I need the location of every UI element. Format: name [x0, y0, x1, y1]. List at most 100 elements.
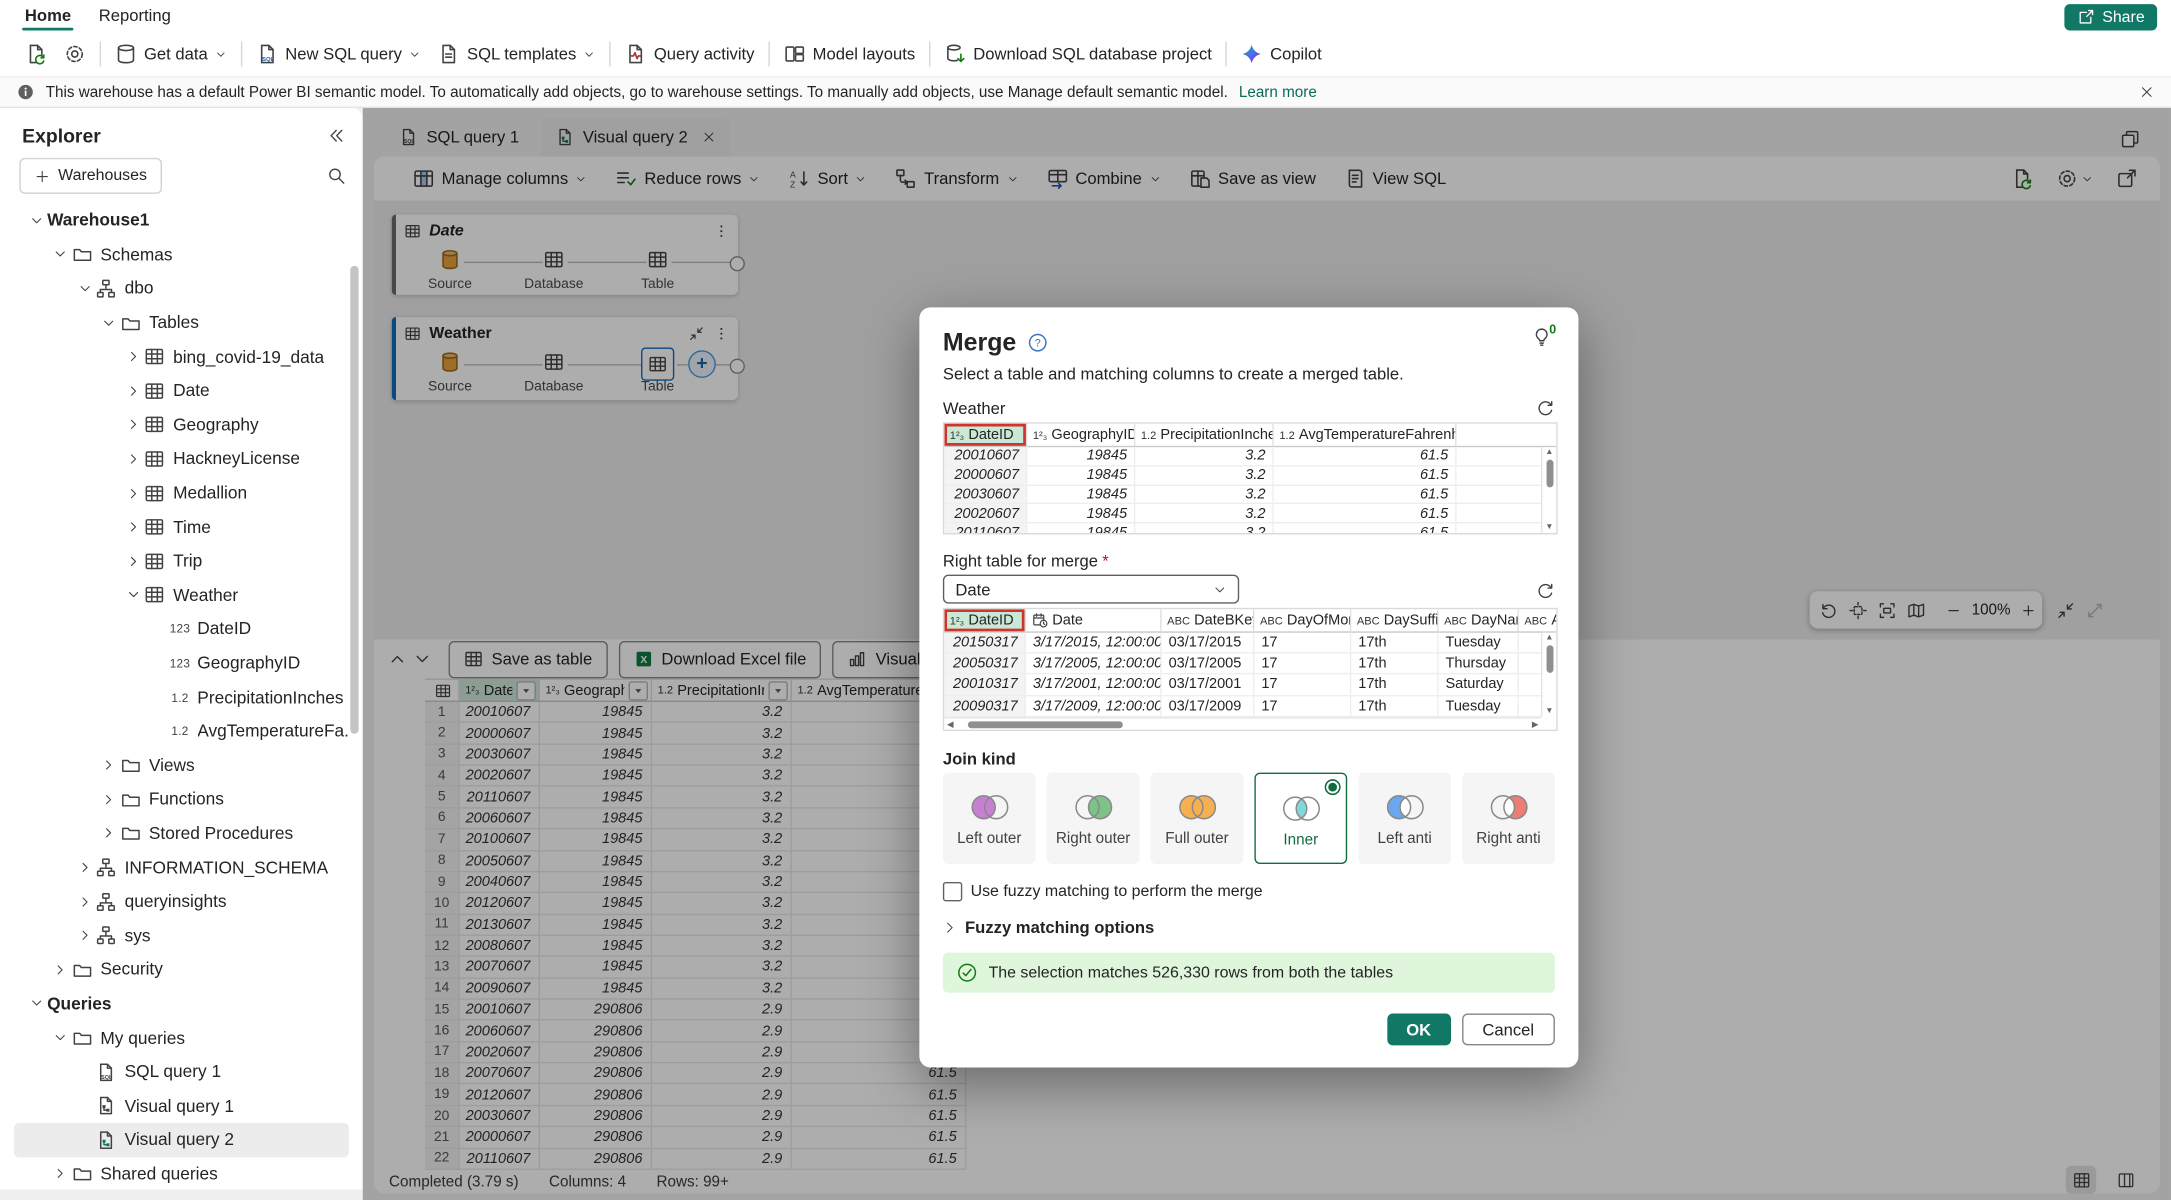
expand-toggle[interactable] [98, 754, 120, 776]
ribbon-item-query-activity[interactable]: Query activity [616, 37, 762, 70]
join-kind-full-outer[interactable]: Full outer [1150, 772, 1244, 864]
tree-item-dbo[interactable]: dbo [14, 272, 349, 306]
tree-item-trip[interactable]: Trip [14, 544, 349, 578]
tree-item-shared-queries[interactable]: Shared queries [14, 1157, 349, 1189]
expand-toggle[interactable] [25, 993, 47, 1015]
tree-item-medallion[interactable]: Medallion [14, 476, 349, 510]
ribbon-item-model-layouts[interactable]: Model layouts [775, 37, 923, 70]
tree-item-weather[interactable]: Weather [14, 578, 349, 612]
ribbon-tab-reporting[interactable]: Reporting [96, 0, 174, 30]
collapse-panel-icon[interactable] [327, 126, 346, 145]
share-button[interactable]: Share [2064, 4, 2158, 31]
toolbar-divider [609, 41, 611, 67]
tree-item-time[interactable]: Time [14, 510, 349, 544]
tree-item-warehouse1[interactable]: Warehouse1 [14, 204, 349, 238]
expand-toggle[interactable] [98, 822, 120, 844]
preview-column-datebkey[interactable]: ABC DateBKey [1161, 609, 1255, 633]
expand-toggle[interactable] [73, 278, 95, 300]
learn-more-link[interactable]: Learn more [1239, 84, 1317, 101]
tree-item-visual-query-1[interactable]: Visual query 1 [14, 1089, 349, 1123]
preview-column-daysuffix[interactable]: ABCDaySuffix [1351, 609, 1439, 633]
expand-toggle[interactable] [49, 1027, 71, 1049]
expand-toggle[interactable] [122, 346, 144, 368]
fuzzy-options-expander[interactable]: Fuzzy matching options [943, 918, 1555, 937]
expand-toggle[interactable] [122, 380, 144, 402]
ribbon-tab-home[interactable]: Home [22, 0, 75, 31]
preview-column-dayofmonth[interactable]: ABCDayOfMonth [1254, 609, 1352, 633]
ideas-button[interactable]: 0 [1531, 323, 1556, 348]
tree-item-sql-query-1[interactable]: SQL SQL query 1 [14, 1055, 349, 1089]
expand-toggle[interactable] [73, 925, 95, 947]
tree-item-dateid[interactable]: 123 DateID [14, 612, 349, 646]
expand-toggle[interactable] [122, 550, 144, 572]
tree-item-avgtemperaturefa-[interactable]: 1.2 AvgTemperatureFa... [14, 714, 349, 748]
expand-toggle[interactable] [49, 959, 71, 981]
tree-item-precipitationinches[interactable]: 1.2 PrecipitationInches [14, 680, 349, 714]
search-icon[interactable] [327, 166, 346, 185]
join-kind-inner[interactable]: Inner [1254, 772, 1348, 864]
expand-toggle[interactable] [122, 516, 144, 538]
preview-column-dateid[interactable]: 1²₃ DateID [944, 609, 1026, 633]
expand-toggle[interactable] [122, 584, 144, 606]
preview-column-date[interactable]: Date [1025, 609, 1162, 633]
date-preview-table: 1²₃DateIDDateABCDateBKeyABCDayOfMonthABC… [942, 607, 1558, 732]
tree-item-tables[interactable]: Tables [14, 306, 349, 340]
tree-item-views[interactable]: Views [14, 748, 349, 782]
expand-toggle[interactable] [122, 482, 144, 504]
ribbon-item-download-sql-database-project[interactable]: Download SQL database project [936, 37, 1220, 70]
add-warehouses-button[interactable]: Warehouses [19, 157, 163, 194]
preview-column-a[interactable]: ABCA [1518, 609, 1557, 633]
join-kind-right-outer[interactable]: Right outer [1046, 772, 1140, 864]
expand-toggle[interactable] [122, 448, 144, 470]
join-kind-right-anti[interactable]: Right anti [1462, 772, 1555, 864]
expand-toggle[interactable] [49, 1163, 71, 1185]
tree-item-my-queries[interactable]: My queries [14, 1021, 349, 1055]
tree-item-queryinsights[interactable]: queryinsights [14, 885, 349, 919]
refresh-left-table-icon[interactable] [1535, 399, 1554, 418]
tree-item-schemas[interactable]: Schemas [14, 238, 349, 272]
expand-toggle[interactable] [73, 856, 95, 878]
expand-toggle[interactable] [25, 209, 47, 231]
join-kind-left-outer[interactable]: Left out​er [942, 772, 1036, 864]
expand-toggle[interactable] [49, 244, 71, 266]
right-table-dropdown[interactable]: Date [942, 574, 1240, 604]
expand-toggle[interactable] [98, 788, 120, 810]
ribbon-item-gear[interactable] [55, 37, 94, 70]
preview-vertical-scrollbar[interactable]: ▲ ▼ [1541, 447, 1557, 534]
preview-horizontal-scrollbar[interactable]: ◀ ▶ [944, 717, 1542, 730]
tree-item-sys[interactable]: sys [14, 919, 349, 953]
expand-toggle[interactable] [73, 891, 95, 913]
ribbon-item-new-sql-query[interactable]: SQL New SQL query [248, 37, 430, 70]
tree-item-information-schema[interactable]: INFORMATION_SCHEMA [14, 851, 349, 885]
tree-item-date[interactable]: Date [14, 374, 349, 408]
expand-toggle[interactable] [98, 312, 120, 334]
expand-toggle[interactable] [122, 414, 144, 436]
refresh-right-table-icon[interactable] [1535, 582, 1554, 601]
ok-button[interactable]: OK [1386, 1013, 1451, 1046]
tree-item-stored-procedures[interactable]: Stored Procedures [14, 816, 349, 850]
ribbon-item-sql-templates[interactable]: SQL templates [430, 37, 604, 70]
ribbon-item-get-data[interactable]: Get data [107, 37, 236, 70]
preview-vertical-scrollbar[interactable]: ▲ ▼ [1541, 632, 1557, 718]
fuzzy-matching-checkbox[interactable]: Use fuzzy matching to perform the merge [942, 881, 1555, 902]
join-kind-left-anti[interactable]: Left anti [1358, 772, 1452, 864]
preview-column-geographyid[interactable]: 1²₃ GeographyID [1027, 423, 1136, 448]
explorer-scrollbar[interactable] [350, 208, 359, 1163]
preview-column-dateid[interactable]: 1²₃ DateID [944, 423, 1028, 448]
preview-column-avgtemperaturefahrenheit[interactable]: 1.2AvgTemperatureFahrenheit [1273, 423, 1457, 448]
preview-column-precipitationinches[interactable]: 1.2 PrecipitationInches [1135, 423, 1274, 448]
banner-close-icon[interactable] [2139, 84, 2154, 99]
preview-column-dayname[interactable]: ABCDayName [1438, 609, 1519, 633]
tree-item-visual-query-2[interactable]: Visual query 2 [13, 1122, 349, 1157]
cancel-button[interactable]: Cancel [1461, 1013, 1555, 1046]
help-icon[interactable]: ? [1027, 332, 1048, 353]
tree-item-geographyid[interactable]: 123 GeographyID [14, 646, 349, 680]
tree-item-queries[interactable]: Queries [14, 987, 349, 1021]
tree-item-functions[interactable]: Functions [14, 782, 349, 816]
tree-item-geography[interactable]: Geography [14, 408, 349, 442]
tree-item-bing-covid-19-data[interactable]: bing_covid-19_data [14, 340, 349, 374]
ribbon-item-page-refresh[interactable] [17, 37, 56, 70]
tree-item-hackneylicense[interactable]: HackneyLicense [14, 442, 349, 476]
ribbon-item-copilot[interactable]: Copilot [1233, 37, 1330, 70]
tree-item-security[interactable]: Security [14, 953, 349, 987]
